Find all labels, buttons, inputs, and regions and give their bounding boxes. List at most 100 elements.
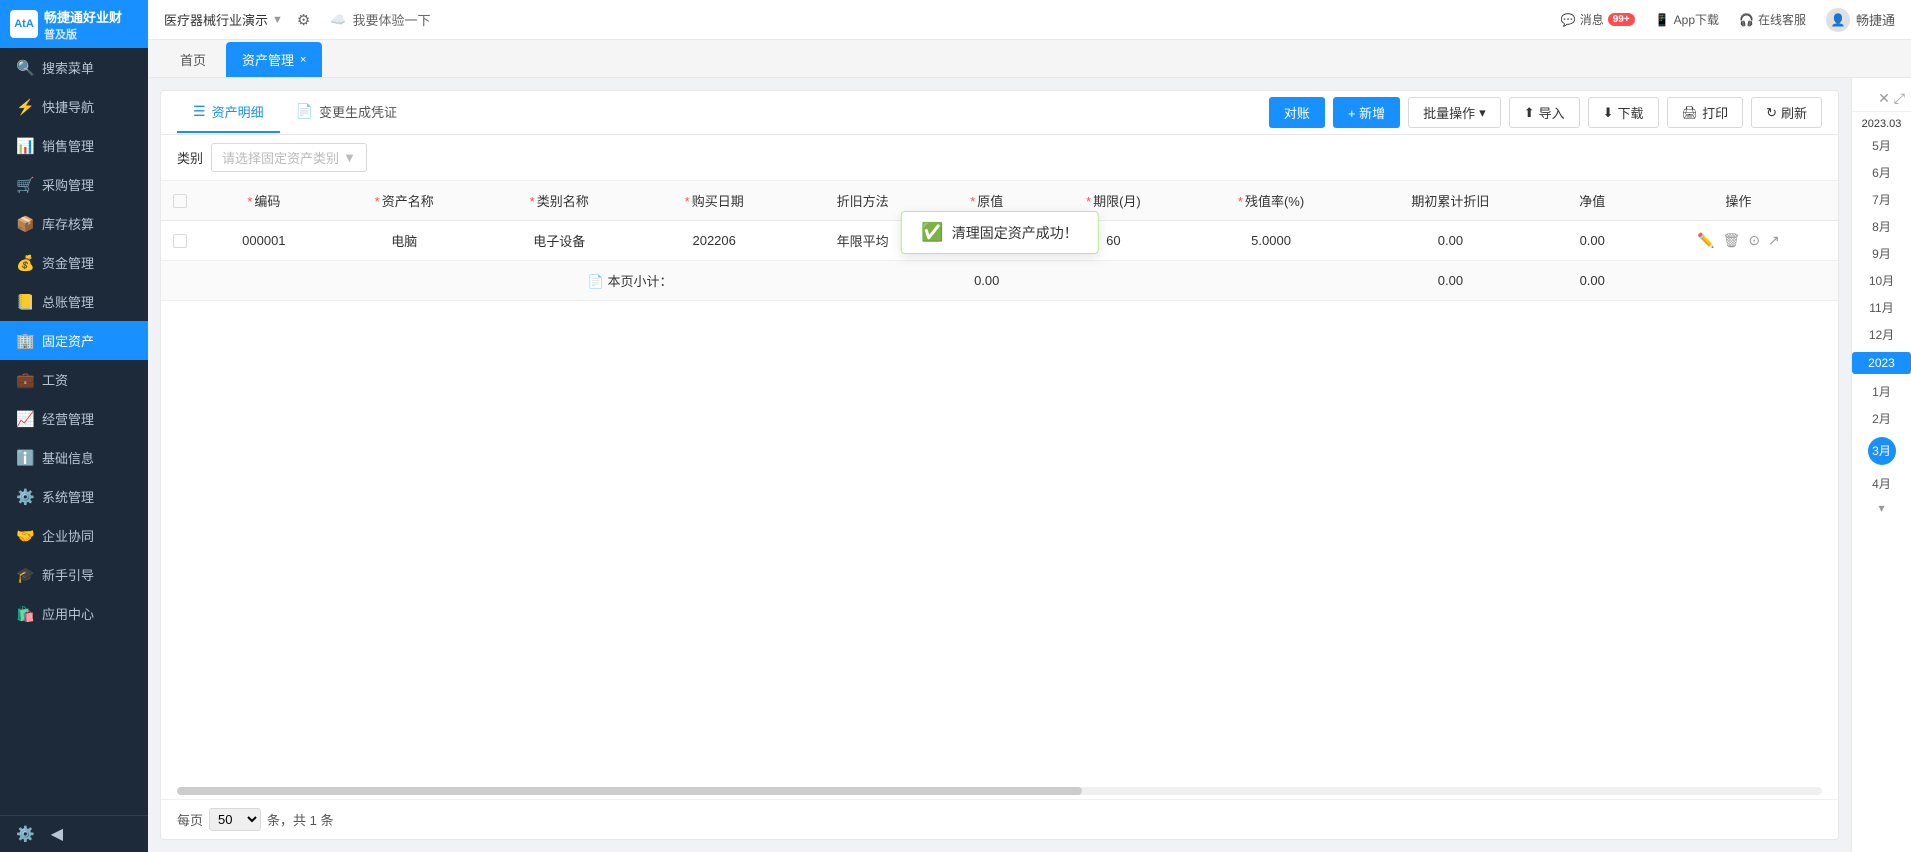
export-icon: ⬆ xyxy=(1524,105,1535,121)
new-button[interactable]: + 新增 xyxy=(1333,97,1400,128)
refresh-label: 刷新 xyxy=(1781,103,1807,122)
download-label: 下载 xyxy=(1618,103,1644,122)
sidebar-item-inventory[interactable]: 📦 库存核算 xyxy=(0,204,148,243)
sidebar-item-funds[interactable]: 💰 资金管理 xyxy=(0,243,148,282)
download-icon: 📱 xyxy=(1655,13,1670,27)
copy-icon[interactable]: ⊙ xyxy=(1748,232,1760,249)
message-icon: 💬 xyxy=(1561,13,1576,27)
system-icon: ⚙️ xyxy=(16,488,34,506)
enterprise-icon: 🤝 xyxy=(16,527,34,545)
sidebar-item-operations[interactable]: 📈 经营管理 xyxy=(0,399,148,438)
sidebar-item-label: 总账管理 xyxy=(42,292,94,311)
month-8[interactable]: 8月 xyxy=(1852,213,1911,240)
export-button[interactable]: ⬆ 导入 xyxy=(1509,97,1580,128)
category-label: 类别 xyxy=(177,148,203,167)
tab-home[interactable]: 首页 xyxy=(164,42,222,77)
fixed-assets-icon: 🏢 xyxy=(16,332,34,350)
sidebar-item-search[interactable]: 🔍 搜索菜单 xyxy=(0,48,148,87)
user-menu[interactable]: 👤 畅捷通 xyxy=(1826,8,1895,32)
appstore-icon: 🛍️ xyxy=(16,605,34,623)
refresh-button[interactable]: ↻ 刷新 xyxy=(1751,97,1822,128)
app-download-btn[interactable]: 📱 App下载 xyxy=(1655,11,1719,28)
inventory-icon: 📦 xyxy=(16,215,34,233)
toast: ✅ 清理固定资产成功！ xyxy=(900,211,1098,254)
batch-label: 批量操作 xyxy=(1423,103,1475,122)
sidebar-item-basic-info[interactable]: ℹ️ 基础信息 xyxy=(0,438,148,477)
service-icon: 🎧 xyxy=(1739,13,1754,27)
month-9[interactable]: 9月 xyxy=(1852,240,1911,267)
sidebar-bottom: ⚙️ ◀ xyxy=(0,815,148,852)
month-5[interactable]: 5月 xyxy=(1852,132,1911,159)
online-service-btn[interactable]: 🎧 在线客服 xyxy=(1739,11,1806,28)
month-7[interactable]: 7月 xyxy=(1852,186,1911,213)
experience-btn[interactable]: ☁️ 我要体验一下 xyxy=(330,10,430,29)
payroll-icon: 💼 xyxy=(16,371,34,389)
th-net: 净值 xyxy=(1546,181,1639,221)
close-panel-icon[interactable]: ✕ xyxy=(1878,90,1890,107)
subtotal-initial: 0.00 xyxy=(1355,261,1545,301)
month-10[interactable]: 10月 xyxy=(1852,267,1911,294)
table-container: ✅ 清理固定资产成功！ *编码 *资产名称 *类别名称 *购买 xyxy=(161,181,1838,783)
month-4[interactable]: 4月 xyxy=(1852,470,1911,497)
download-button[interactable]: ⬇ 下载 xyxy=(1588,97,1659,128)
month-3-current[interactable]: 3月 xyxy=(1852,432,1911,470)
expand-panel-icon[interactable]: ⤢ xyxy=(1894,90,1905,107)
year-2023[interactable]: 2023 xyxy=(1852,352,1911,374)
sidebar-item-label: 企业协同 xyxy=(42,526,94,545)
settings-icon[interactable]: ⚙️ xyxy=(16,825,35,843)
sidebar-item-payroll[interactable]: 💼 工资 xyxy=(0,360,148,399)
select-all-checkbox[interactable] xyxy=(173,194,187,208)
inner-tab-voucher[interactable]: 📄 变更生成凭证 xyxy=(280,92,413,133)
inner-tab2-label: 变更生成凭证 xyxy=(319,102,397,121)
subtotal-empty2 xyxy=(1040,261,1355,301)
chevron-down-icon: ▼ xyxy=(272,14,283,26)
collapse-icon[interactable]: ◀ xyxy=(51,824,63,844)
th-checkbox xyxy=(161,181,201,221)
sidebar-item-purchase[interactable]: 🛒 采购管理 xyxy=(0,165,148,204)
month-12[interactable]: 12月 xyxy=(1852,321,1911,348)
tab-asset-management[interactable]: 资产管理 × xyxy=(226,42,322,77)
total-label: 条，共 1 条 xyxy=(267,810,333,829)
logo-text: 畅捷通好业财 xyxy=(44,7,122,26)
table-scrollbar[interactable] xyxy=(177,787,1822,795)
th-category: *类别名称 xyxy=(482,181,637,221)
batch-button[interactable]: 批量操作 ▾ xyxy=(1408,97,1501,128)
sidebar-item-fixed-assets[interactable]: 🏢 固定资产 xyxy=(0,321,148,360)
page-size-select[interactable]: 50 100 200 xyxy=(209,808,261,831)
export-label: 导入 xyxy=(1539,103,1565,122)
sidebar-item-enterprise[interactable]: 🤝 企业协同 xyxy=(0,516,148,555)
experience-label: 我要体验一下 xyxy=(353,10,431,29)
subtotal-empty xyxy=(161,261,327,301)
month-6[interactable]: 6月 xyxy=(1852,159,1911,186)
sidebar-item-ledger[interactable]: 📒 总账管理 xyxy=(0,282,148,321)
sidebar-item-appstore[interactable]: 🛍️ 应用中心 xyxy=(0,594,148,633)
tab-close-icon[interactable]: × xyxy=(300,54,306,66)
doc-icon: 📄 xyxy=(296,103,313,120)
company-selector[interactable]: 医疗器械行业演示 ▼ xyxy=(164,10,283,29)
category-select[interactable]: 请选择固定资产类别 ▼ xyxy=(211,143,367,172)
more-icon[interactable]: ↗ xyxy=(1768,232,1780,249)
th-residual: *残值率(%) xyxy=(1187,181,1355,221)
th-purchase-date: *购买日期 xyxy=(637,181,792,221)
message-btn[interactable]: 💬 消息 99+ xyxy=(1561,11,1635,28)
print-button[interactable]: 🖨 打印 xyxy=(1667,97,1744,128)
settings-gear-icon[interactable]: ⚙ xyxy=(297,11,310,29)
inner-tab-asset-detail[interactable]: ☰ 资产明细 xyxy=(177,92,280,133)
reconcile-button[interactable]: 对账 xyxy=(1269,97,1325,128)
sidebar-item-label: 库存核算 xyxy=(42,214,94,233)
operations-icon: 📈 xyxy=(16,410,34,428)
online-service-label: 在线客服 xyxy=(1758,11,1806,28)
down-arrow-icon[interactable]: ▾ xyxy=(1878,501,1884,515)
purchase-icon: 🛒 xyxy=(16,176,34,194)
row-checkbox[interactable] xyxy=(173,234,187,248)
month-1[interactable]: 1月 xyxy=(1852,378,1911,405)
sidebar-item-sales[interactable]: 📊 销售管理 xyxy=(0,126,148,165)
delete-icon[interactable]: 🗑 xyxy=(1723,232,1741,249)
month-2[interactable]: 2月 xyxy=(1852,405,1911,432)
sidebar-item-system[interactable]: ⚙️ 系统管理 xyxy=(0,477,148,516)
sidebar-item-guide[interactable]: 🎓 新手引导 xyxy=(0,555,148,594)
edit-icon[interactable]: ✏️ xyxy=(1697,232,1714,249)
sidebar-item-quicknav[interactable]: ⚡ 快捷导航 xyxy=(0,87,148,126)
cell-category: 电子设备 xyxy=(482,221,637,261)
month-11[interactable]: 11月 xyxy=(1852,294,1911,321)
